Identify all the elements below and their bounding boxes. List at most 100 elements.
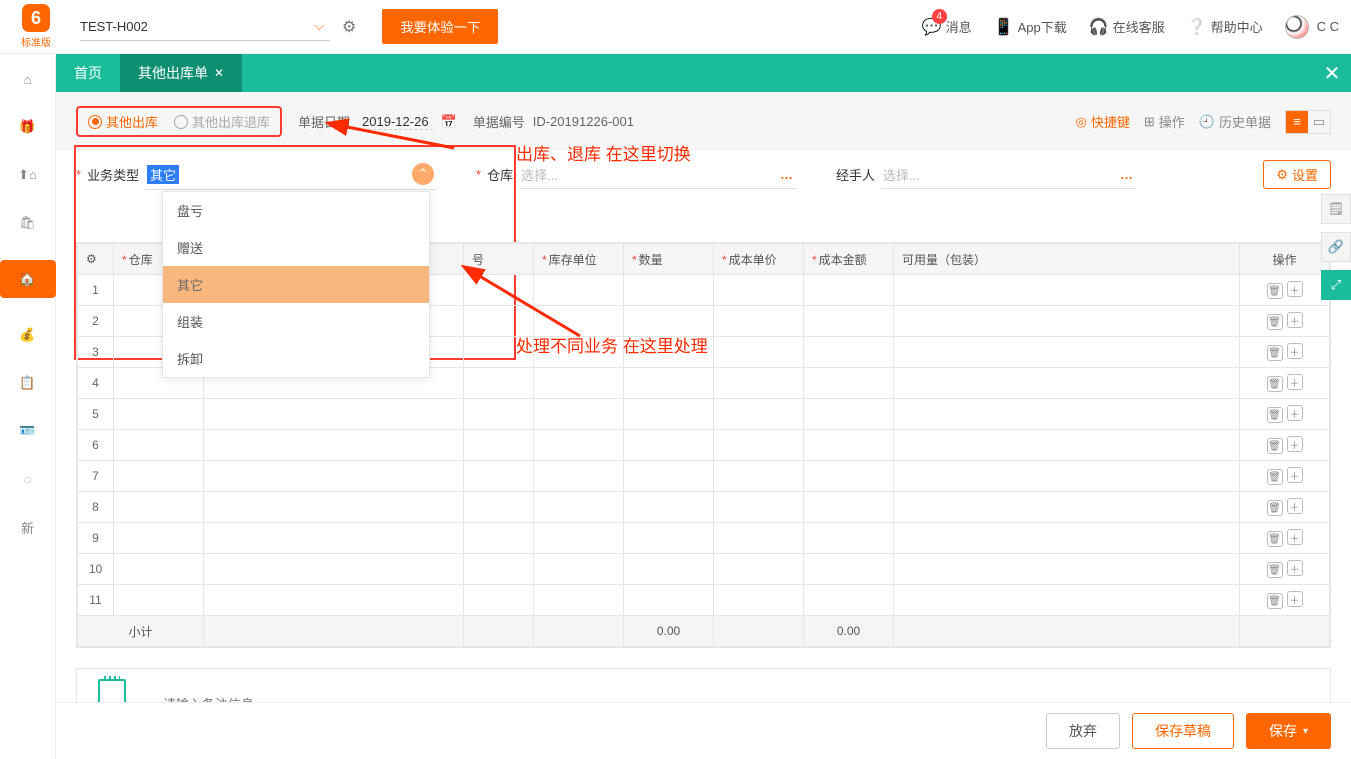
- save-draft-button[interactable]: 保存草稿: [1132, 713, 1234, 749]
- customer-service-link[interactable]: 🎧 在线客服: [1089, 17, 1165, 37]
- tab-other-outbound[interactable]: 其他出库单 ✕: [120, 54, 242, 92]
- row-index: 10: [78, 554, 114, 585]
- row-index: 5: [78, 399, 114, 430]
- discard-button[interactable]: 放弃: [1046, 713, 1120, 749]
- actions-label: 操作: [1159, 112, 1185, 131]
- add-icon[interactable]: ＋: [1287, 529, 1303, 545]
- history-link[interactable]: 🕘历史单据: [1199, 112, 1271, 131]
- th-gear[interactable]: ⚙: [78, 244, 114, 275]
- ellipsis-icon[interactable]: …: [780, 167, 794, 182]
- nav-refresh-icon[interactable]: ◌: [17, 468, 39, 490]
- delete-icon[interactable]: 🗑: [1267, 376, 1283, 392]
- list-view-icon[interactable]: ≡: [1286, 111, 1308, 133]
- help-center-link[interactable]: ❔ 帮助中心: [1187, 17, 1263, 37]
- user-menu[interactable]: C C: [1285, 15, 1339, 39]
- radio-return[interactable]: 其他出库退库: [174, 112, 270, 131]
- ellipsis-icon[interactable]: …: [1120, 167, 1134, 182]
- nav-gift-icon[interactable]: 🎁: [17, 116, 39, 138]
- link-icon[interactable]: 🔗: [1321, 232, 1351, 262]
- delete-icon[interactable]: 🗑: [1267, 283, 1283, 299]
- handler-label: 经手人: [836, 165, 875, 184]
- row-ops: 🗑＋: [1240, 368, 1330, 399]
- row-ops: 🗑＋: [1240, 554, 1330, 585]
- doc-date-field[interactable]: 单据日期 2019-12-26 📅: [298, 112, 457, 131]
- table-row[interactable]: 9🗑＋: [78, 523, 1330, 554]
- add-icon[interactable]: ＋: [1287, 343, 1303, 359]
- delete-icon[interactable]: 🗑: [1267, 562, 1283, 578]
- dropdown-option-selected[interactable]: 其它: [163, 266, 429, 303]
- delete-icon[interactable]: 🗑: [1267, 407, 1283, 423]
- table-row[interactable]: 5 🗑＋: [78, 399, 1330, 430]
- trial-button[interactable]: 我要体验一下: [382, 9, 498, 44]
- add-icon[interactable]: ＋: [1287, 498, 1303, 514]
- delete-icon[interactable]: 🗑: [1267, 593, 1283, 609]
- delete-icon[interactable]: 🗑: [1267, 314, 1283, 330]
- tab-home[interactable]: 首页: [56, 54, 120, 92]
- hotkey-link[interactable]: ◎快捷键: [1076, 112, 1130, 131]
- actions-link[interactable]: ⊞操作: [1144, 112, 1185, 131]
- settings-button[interactable]: ⚙ 设置: [1263, 160, 1331, 189]
- add-icon[interactable]: ＋: [1287, 560, 1303, 576]
- delete-icon[interactable]: 🗑: [1267, 345, 1283, 361]
- calendar-icon[interactable]: 📅: [441, 114, 457, 130]
- radio-outbound[interactable]: 其他出库: [88, 112, 158, 131]
- app-download-link[interactable]: 📱 App下载: [994, 17, 1067, 37]
- add-icon[interactable]: ＋: [1287, 312, 1303, 328]
- add-icon[interactable]: ＋: [1287, 436, 1303, 452]
- add-icon[interactable]: ＋: [1287, 405, 1303, 421]
- table-row[interactable]: 10 🗑＋: [78, 554, 1330, 585]
- headset-icon: 🎧: [1089, 17, 1109, 37]
- add-icon[interactable]: ＋: [1287, 467, 1303, 483]
- table-row[interactable]: 8🗑＋: [78, 492, 1330, 523]
- add-icon[interactable]: ＋: [1287, 374, 1303, 390]
- table-row[interactable]: 7🗑＋: [78, 461, 1330, 492]
- content-area: 首页 其他出库单 ✕ ✕ 其他出库 其他出库退库 单据日期 2019-12-26…: [56, 54, 1351, 759]
- nav-bag-icon[interactable]: 🛍: [17, 212, 39, 234]
- right-rail: 🗒 🔗 ⤢: [1321, 194, 1351, 300]
- handler-field[interactable]: 经手人 选择... …: [836, 161, 1136, 189]
- row-ops: 🗑＋: [1240, 399, 1330, 430]
- add-icon[interactable]: ＋: [1287, 281, 1303, 297]
- close-all-icon[interactable]: ✕: [1313, 54, 1351, 92]
- nav-clipboard-icon[interactable]: 📋: [17, 372, 39, 394]
- th-unit: *库存单位: [534, 244, 624, 275]
- delete-icon[interactable]: 🗑: [1267, 531, 1283, 547]
- messages-link[interactable]: 💬 消息 4: [922, 17, 972, 37]
- delete-icon[interactable]: 🗑: [1267, 469, 1283, 485]
- business-type-input[interactable]: 其它 ⌃: [145, 159, 436, 190]
- row-ops: 🗑＋: [1240, 306, 1330, 337]
- note-icon[interactable]: 🗒: [1321, 194, 1351, 224]
- add-icon[interactable]: ＋: [1287, 591, 1303, 607]
- warehouse-input[interactable]: 选择... …: [519, 161, 796, 189]
- nav-house-up-icon[interactable]: ⬆⌂: [17, 164, 39, 186]
- dropdown-option[interactable]: 拆卸: [163, 340, 429, 377]
- business-type-label: 业务类型: [87, 165, 139, 184]
- nav-money-icon[interactable]: 💰: [17, 324, 39, 346]
- table-row[interactable]: 6🗑＋: [78, 430, 1330, 461]
- row-ops: 🗑＋: [1240, 461, 1330, 492]
- settings-label: 设置: [1292, 165, 1318, 184]
- chevron-up-icon[interactable]: ⌃: [412, 163, 434, 185]
- business-type-field[interactable]: * 业务类型 其它 ⌃ 盘亏 赠送 其它 组装 拆卸: [76, 159, 436, 190]
- nav-home-icon[interactable]: ⌂: [17, 68, 39, 90]
- delete-icon[interactable]: 🗑: [1267, 500, 1283, 516]
- save-button[interactable]: 保存▾: [1246, 713, 1331, 749]
- nav-warehouse-icon[interactable]: 🏠: [0, 260, 56, 298]
- app-label: App下载: [1018, 17, 1067, 36]
- nav-id-icon[interactable]: 🪪: [17, 420, 39, 442]
- expand-icon[interactable]: ⤢: [1321, 270, 1351, 300]
- org-selector[interactable]: TEST-H002 ⌵: [80, 13, 330, 41]
- delete-icon[interactable]: 🗑: [1267, 438, 1283, 454]
- gear-icon[interactable]: ⚙: [342, 17, 356, 37]
- warehouse-field[interactable]: * 仓库 选择... …: [476, 161, 796, 189]
- row-index: 2: [78, 306, 114, 337]
- dropdown-option[interactable]: 组装: [163, 303, 429, 340]
- view-toggle[interactable]: ≡ ▭: [1285, 110, 1331, 134]
- table-row[interactable]: 11🗑＋: [78, 585, 1330, 616]
- handler-input[interactable]: 选择... …: [881, 161, 1136, 189]
- dropdown-option[interactable]: 赠送: [163, 229, 429, 266]
- dropdown-option[interactable]: 盘亏: [163, 192, 429, 229]
- close-tab-icon[interactable]: ✕: [214, 66, 224, 80]
- card-view-icon[interactable]: ▭: [1308, 111, 1330, 133]
- nav-new-icon[interactable]: 新: [17, 516, 39, 538]
